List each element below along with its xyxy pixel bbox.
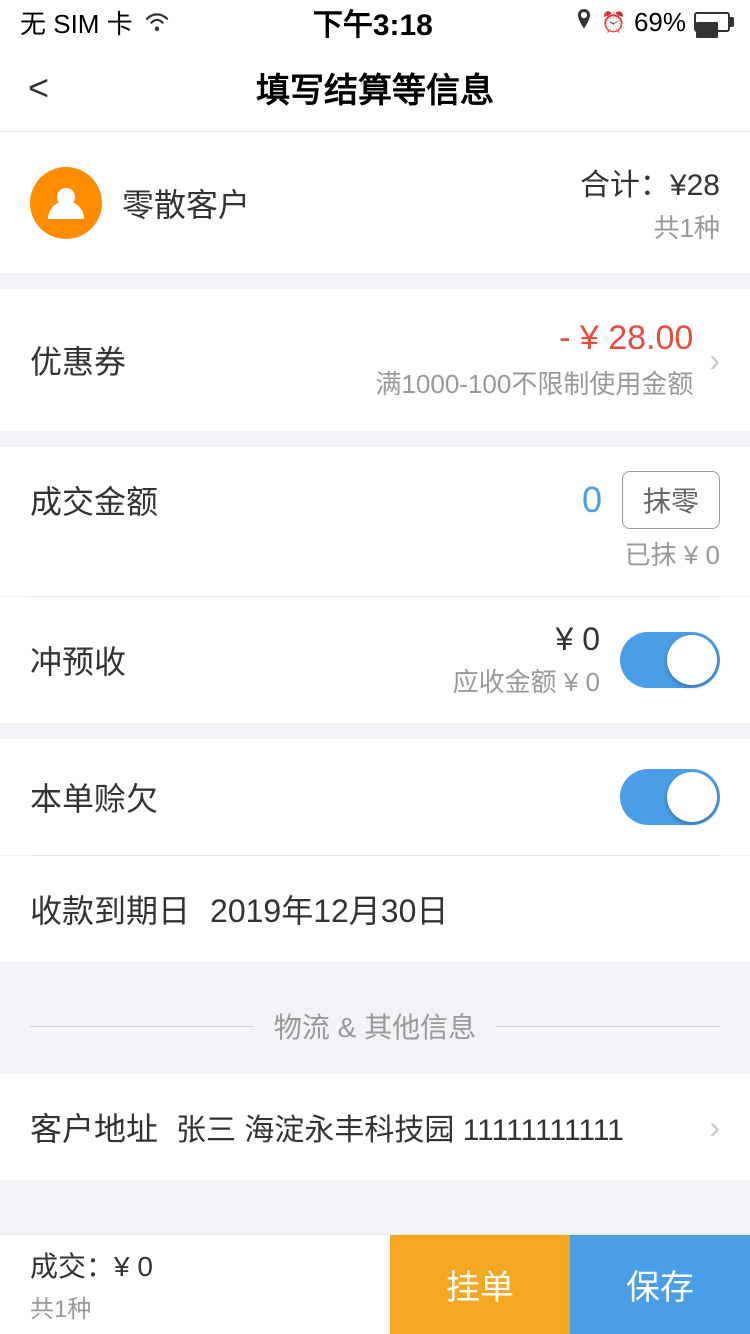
bottom-summary: 成交：¥ 0 共1种 [0,1235,390,1334]
toggle-knob [667,635,717,685]
wifi-icon [143,7,171,38]
bottom-deal-text: 成交： [30,1251,114,1282]
coupon-discount: - ¥ 28.00 [375,319,693,358]
location-icon [575,7,593,38]
pending-button[interactable]: 挂单 [390,1235,570,1334]
credit-toggle-knob [667,772,717,822]
chevron-right-icon: › [709,342,720,379]
deal-top: 成交金额 0 抹零 [30,471,720,529]
address-label: 客户地址 [30,1104,160,1150]
status-time: 下午3:18 [313,0,433,44]
address-chevron-icon: › [709,1109,720,1146]
nav-bar: < 填写结算等信息 [0,44,750,132]
coupon-value-col: - ¥ 28.00 满1000-100不限制使用金额 [375,319,693,401]
status-left: 无 SIM 卡 [20,4,171,41]
deal-amount-value[interactable]: 0 [582,479,602,521]
back-button[interactable]: < [28,67,49,109]
credit-row: 本单赊欠 [0,739,750,855]
deal-amount-label: 成交金额 [30,477,158,523]
bottom-count: 共1种 [30,1289,360,1324]
status-right: ⏰ 69% [575,7,730,38]
divider-1 [0,273,750,289]
carrier-text: 无 SIM 卡 [20,4,133,41]
customer-row: 零散客户 合计：¥28 共1种 [0,132,750,273]
logistics-text: 物流 & 其他信息 [254,1006,496,1046]
duedate-label: 收款到期日 [30,886,190,932]
divider-4 [0,962,750,978]
credit-toggle[interactable] [620,769,720,825]
address-value: 张三 海淀永丰科技园 11111111111 [176,1105,693,1149]
prepay-amount-sub: 应收金额 ¥ 0 [453,662,600,699]
prepay-row: 冲预收 ¥ 0 应收金额 ¥ 0 [0,597,750,723]
prepay-toggle[interactable] [620,632,720,688]
coupon-row[interactable]: 优惠券 - ¥ 28.00 满1000-100不限制使用金额 › [0,289,750,431]
deal-right-area: 0 抹零 [582,471,720,529]
credit-label: 本单赊欠 [30,774,158,820]
duedate-value: 2019年12月30日 [210,886,448,932]
logistics-section: 物流 & 其他信息 [0,978,750,1074]
coupon-right: - ¥ 28.00 满1000-100不限制使用金额 › [375,319,720,401]
save-button[interactable]: 保存 [570,1235,750,1334]
coupon-label: 优惠券 [30,337,126,383]
content: 零散客户 合计：¥28 共1种 优惠券 - ¥ 28.00 满1000-100不… [0,132,750,1300]
prepay-label: 冲预收 [30,637,126,683]
coupon-description: 满1000-100不限制使用金额 [375,364,693,401]
page-title: 填写结算等信息 [256,63,494,112]
status-bar: 无 SIM 卡 下午3:18 ⏰ 69% [0,0,750,44]
battery-icon [694,12,730,32]
customer-avatar [30,167,102,239]
bottom-bar: 成交：¥ 0 共1种 挂单 保存 [0,1234,750,1334]
roundoff-button[interactable]: 抹零 [622,471,720,529]
prepay-right: ¥ 0 应收金额 ¥ 0 [453,621,720,699]
address-row[interactable]: 客户地址 张三 海淀永丰科技园 11111111111 › [0,1074,750,1180]
alarm-icon: ⏰ [601,10,626,35]
customer-name: 零散客户 [122,180,250,226]
bottom-deal-value: ¥ 0 [114,1251,153,1282]
deal-amount-row: 成交金额 0 抹零 已抹 ¥ 0 [0,447,750,596]
prepay-amount: ¥ 0 [453,621,600,658]
prepay-amounts: ¥ 0 应收金额 ¥ 0 [453,621,600,699]
total-count: 共1种 [580,208,720,245]
battery-text: 69% [634,7,686,38]
divider-2 [0,431,750,447]
customer-total: 合计：¥28 共1种 [580,160,720,245]
duedate-row: 收款到期日 2019年12月30日 [0,856,750,962]
customer-left: 零散客户 [30,167,250,239]
total-amount: 合计：¥28 [580,160,720,204]
bottom-deal-label: 成交：¥ 0 [30,1245,360,1285]
divider-3 [0,723,750,739]
deal-amount-sub: 已抹 ¥ 0 [30,535,720,572]
